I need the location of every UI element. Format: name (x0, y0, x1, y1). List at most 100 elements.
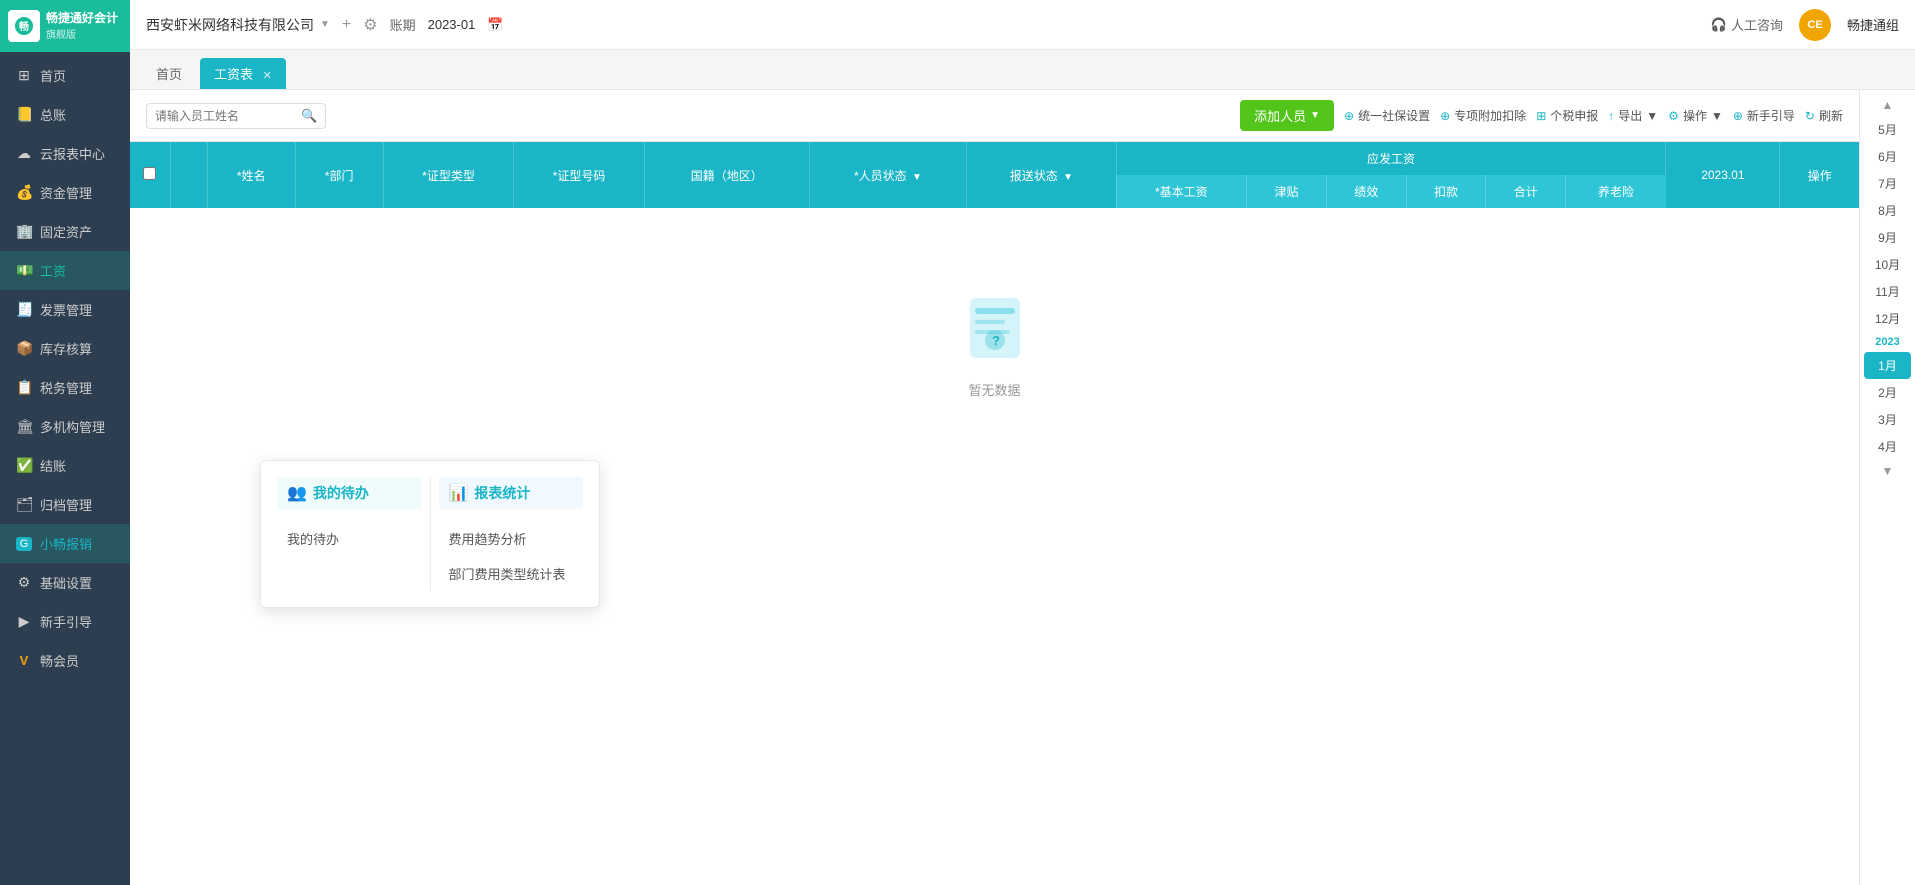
th-checkbox[interactable] (130, 142, 170, 208)
sidebar-item-inventory[interactable]: 📦 库存核算 (0, 329, 130, 368)
export-icon: ↑ (1608, 109, 1614, 123)
main-area: 西安虾米网络科技有限公司 ▼ + ⚙ 账期 2023-01 📅 🎧 人工咨询 C… (130, 0, 1915, 885)
member-icon: V (16, 653, 32, 668)
service-button[interactable]: 🎧 人工咨询 (1711, 15, 1783, 34)
month-2023-04[interactable]: 4月 (1860, 433, 1915, 460)
th-dept: *部门 (295, 142, 383, 208)
settings-icon[interactable]: ⚙ (363, 15, 377, 35)
month-2022-10[interactable]: 10月 (1860, 251, 1915, 278)
add-company-button[interactable]: + (342, 16, 351, 34)
sidebar-item-cloud[interactable]: ☁ 云报表中心 (0, 134, 130, 173)
month-down-button[interactable]: ▼ (1860, 460, 1915, 482)
empty-text: 暂无数据 (968, 380, 1020, 399)
month-2022-06[interactable]: 6月 (1860, 143, 1915, 170)
period-value[interactable]: 2023-01 (428, 17, 476, 32)
tax-icon: 📋 (16, 379, 32, 396)
sidebar-item-settle[interactable]: ✅ 结账 (0, 446, 130, 485)
search-input[interactable] (155, 109, 295, 123)
popup-section-1-title: 👥 我的待办 (277, 477, 422, 509)
sidebar-item-label: 资金管理 (40, 183, 92, 202)
year-2023-label: 2023 (1873, 332, 1901, 352)
popup-item-dept-stats[interactable]: 部门费用类型统计表 (439, 556, 584, 591)
service-label: 人工咨询 (1731, 15, 1783, 34)
social-label: 统一社保设置 (1358, 107, 1430, 124)
tab-payroll[interactable]: 工资表 ✕ (200, 58, 286, 89)
content-area: 🔍 添加人员 ▼ ⊕ 统一社保设置 ⊕ 专项附加扣除 (130, 90, 1915, 885)
social-icon: ⊕ (1344, 109, 1354, 123)
tab-home-label: 首页 (156, 67, 182, 82)
month-2023-02[interactable]: 2月 (1860, 379, 1915, 406)
sidebar-item-assets[interactable]: 🏢 固定资产 (0, 212, 130, 251)
th-status: *人员状态 ▼ (809, 142, 967, 208)
company-name: 西安虾米网络科技有限公司 (146, 15, 314, 35)
popup-menu[interactable]: 👥 我的待办 我的待办 📊 报表统计 费用趋势分析 部门费用类型统计表 (260, 460, 600, 608)
popup-item-my-todo[interactable]: 我的待办 (277, 521, 422, 556)
tab-home[interactable]: 首页 (142, 58, 196, 89)
sidebar-item-archive[interactable]: 🗂 归档管理 (0, 485, 130, 524)
tab-close-icon[interactable]: ✕ (263, 70, 272, 82)
search-box[interactable]: 🔍 (146, 103, 326, 129)
refresh-action[interactable]: ↻ 刷新 (1805, 107, 1843, 124)
sidebar-item-member[interactable]: V 畅会员 (0, 641, 130, 680)
svg-text:?: ? (992, 333, 1000, 348)
export-action[interactable]: ↑ 导出 ▼ (1608, 107, 1658, 124)
sidebar-item-basic[interactable]: ⚙ 基础设置 (0, 563, 130, 602)
username[interactable]: 畅捷通组 (1847, 15, 1899, 34)
popup-section-1-label: 我的待办 (313, 483, 369, 503)
send-filter-icon[interactable]: ▼ (1063, 172, 1073, 183)
sidebar-item-ledger[interactable]: 📒 总账 (0, 95, 130, 134)
month-2022-11[interactable]: 11月 (1860, 278, 1915, 305)
month-2022-05[interactable]: 5月 (1860, 116, 1915, 143)
month-up-button[interactable]: ▲ (1860, 94, 1915, 116)
new-guide-action[interactable]: ⊕ 新手引导 (1733, 107, 1795, 124)
add-person-button[interactable]: 添加人员 ▼ (1240, 100, 1334, 131)
sidebar-item-multi[interactable]: 🏛 多机构管理 (0, 407, 130, 446)
sidebar-item-label: 库存核算 (40, 339, 92, 358)
home-icon: ⊞ (16, 67, 32, 84)
sidebar-item-xiaochang[interactable]: G 小畅报销 (0, 524, 130, 563)
sidebar-item-finance[interactable]: 💰 资金管理 (0, 173, 130, 212)
tax-report-icon: ⊞ (1536, 109, 1546, 123)
special-deduction-action[interactable]: ⊕ 专项附加扣除 (1440, 107, 1526, 124)
sidebar-item-label: 云报表中心 (40, 144, 105, 163)
search-icon[interactable]: 🔍 (301, 108, 317, 124)
inventory-icon: 📦 (16, 340, 32, 357)
month-2023-01[interactable]: 1月 (1864, 352, 1911, 379)
month-2022-09[interactable]: 9月 (1860, 224, 1915, 251)
dropdown-arrow-icon: ▼ (1310, 110, 1320, 121)
popup-row: 👥 我的待办 我的待办 📊 报表统计 费用趋势分析 部门费用类型统计表 (277, 477, 583, 591)
guide-icon: ▶ (16, 613, 32, 630)
company-selector[interactable]: 西安虾米网络科技有限公司 ▼ (146, 15, 330, 35)
month-2022-12[interactable]: 12月 (1860, 305, 1915, 332)
sidebar-item-label: 首页 (40, 66, 66, 85)
select-all-checkbox[interactable] (143, 167, 156, 180)
sidebar-item-invoice[interactable]: 🧾 发票管理 (0, 290, 130, 329)
sidebar-item-guide[interactable]: ▶ 新手引导 (0, 602, 130, 641)
sidebar-item-label: 小畅报销 (40, 534, 92, 553)
sidebar-item-tax[interactable]: 📋 税务管理 (0, 368, 130, 407)
month-2022-07[interactable]: 7月 (1860, 170, 1915, 197)
empty-icon: ? (955, 288, 1035, 368)
sidebar-item-label: 税务管理 (40, 378, 92, 397)
social-settings-action[interactable]: ⊕ 统一社保设置 (1344, 107, 1430, 124)
tax-report-action[interactable]: ⊞ 个税申报 (1536, 107, 1598, 124)
finance-icon: 💰 (16, 184, 32, 201)
refresh-label: 刷新 (1819, 107, 1843, 124)
popup-item-expense-trend[interactable]: 费用趋势分析 (439, 521, 584, 556)
month-2023-03[interactable]: 3月 (1860, 406, 1915, 433)
export-label: 导出 (1618, 107, 1642, 124)
user-avatar: CE (1799, 9, 1831, 41)
sidebar-item-home[interactable]: ⊞ 首页 (0, 56, 130, 95)
add-person-label: 添加人员 (1254, 106, 1306, 125)
invoice-icon: 🧾 (16, 301, 32, 318)
th-pension: 养老险 (1566, 175, 1666, 208)
sidebar-item-payroll[interactable]: 💵 工资 (0, 251, 130, 290)
calendar-icon[interactable]: 📅 (487, 17, 503, 33)
month-2022-08[interactable]: 8月 (1860, 197, 1915, 224)
empty-state: ? 暂无数据 (130, 208, 1859, 479)
app-logo: 畅 畅捷通好会计 旗舰版 (0, 0, 130, 52)
sidebar-nav: ⊞ 首页 📒 总账 ☁ 云报表中心 💰 资金管理 🏢 固定资产 💵 工资 🧾 发… (0, 52, 130, 885)
operate-action[interactable]: ⚙ 操作 ▼ (1668, 107, 1723, 124)
filter-icon[interactable]: ▼ (912, 172, 922, 183)
popup-section-2-label: 报表统计 (474, 483, 530, 503)
